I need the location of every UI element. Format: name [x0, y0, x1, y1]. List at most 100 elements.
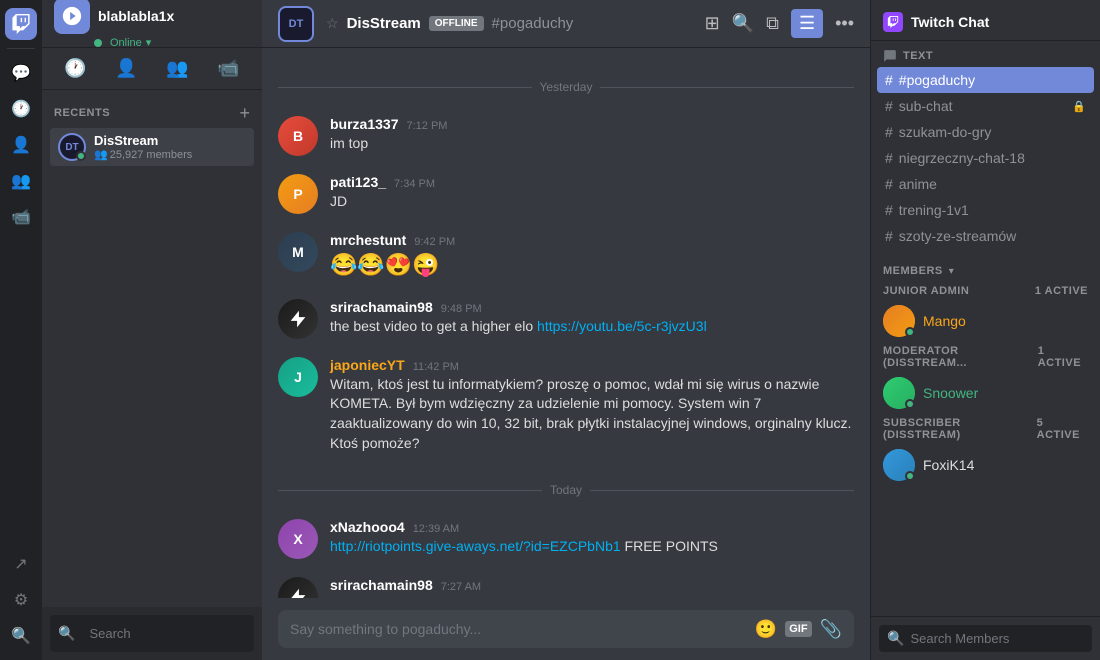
gif-icon[interactable]: GIF [785, 621, 811, 637]
msg-content: pati123_ 7:34 PM JD [330, 174, 854, 214]
chat-input-wrapper: 🙂 GIF 📎 [278, 610, 854, 648]
settings-icon[interactable]: ⚙ [5, 584, 37, 616]
search-members-input[interactable] [910, 631, 1086, 646]
members-section: MEMBERS ▾ JUNIOR ADMIN 1 Active Mango MO… [871, 257, 1100, 485]
video-sidebar-icon[interactable]: 📹 [217, 58, 239, 79]
person-sidebar-icon[interactable]: 👤 [115, 58, 137, 79]
sidebar-search: 🔍 [42, 607, 262, 660]
hash-icon: # [885, 72, 893, 88]
members-label: MEMBERS [883, 265, 943, 277]
person-icon[interactable]: 👤 [5, 129, 37, 161]
server-header[interactable]: blablabla1x Online ▾ [42, 0, 262, 48]
hash-icon: # [885, 228, 893, 244]
recents-section: RECENTS + DT DisStream 👥 25,927 members [42, 90, 262, 170]
message-group: B burza1337 7:12 PM im top [278, 112, 854, 160]
search-icon[interactable]: 🔍 [5, 620, 37, 652]
msg-text: http://riotpoints.give-aways.net/?id=EZC… [330, 537, 854, 557]
channel-name: szukam-do-gry [899, 124, 992, 140]
menu-icon[interactable]: ☰ [791, 9, 823, 38]
sidebar-item-disstream[interactable]: DT DisStream 👥 25,927 members [50, 128, 254, 166]
msg-text: JD [330, 192, 854, 212]
msg-username: srirachamain98 [330, 299, 433, 315]
msg-timestamp: 7:34 PM [394, 178, 435, 190]
channel-info: ☆ DisStream OFFLINE #pogaduchy [326, 15, 693, 32]
status-text: Online [110, 37, 142, 49]
twitch-nav-icon[interactable] [5, 8, 37, 40]
hash-icon: # [885, 98, 893, 114]
channel-sidebar: blablabla1x Online ▾ 🕐 👤 👥 📹 RECENTS + D… [42, 0, 262, 660]
hash-icon: # [885, 176, 893, 192]
video-icon[interactable]: 📹 [5, 201, 37, 233]
group-sidebar-icon[interactable]: 👥 [166, 58, 188, 79]
yesterday-divider: Yesterday [278, 80, 854, 94]
msg-link[interactable]: http://riotpoints.give-aways.net/?id=EZC… [330, 538, 621, 554]
server-logo: DT [278, 6, 314, 42]
channel-name: anime [899, 176, 937, 192]
friends-icon[interactable]: 💬 [5, 57, 37, 89]
message-group: J japoniecYT 11:42 PM Witam, ktoś jest t… [278, 353, 854, 457]
member-snoower[interactable]: Snoower [871, 373, 1100, 413]
emoji-icon[interactable]: 🙂 [755, 619, 777, 640]
layers-icon[interactable]: ⧉ [766, 13, 779, 34]
message-group: P pati123_ 7:34 PM JD [278, 170, 854, 218]
panel-channel-pogaduchy[interactable]: # #pogaduchy [877, 67, 1094, 93]
rail-divider [7, 48, 35, 49]
channel-name: szoty-ze-streamów [899, 228, 1016, 244]
attachment-icon[interactable]: 📎 [820, 619, 842, 640]
clock-sidebar-icon[interactable]: 🕐 [64, 58, 86, 79]
server-name-header: DisStream [347, 15, 421, 32]
subscriber-count: 5 Active [1037, 417, 1088, 441]
disstream-icon-container: DT [58, 133, 86, 161]
member-mango[interactable]: Mango [871, 301, 1100, 341]
add-channel-button[interactable]: + [239, 104, 250, 122]
channel-name-hash: #pogaduchy [492, 15, 574, 32]
msg-timestamp: 9:42 PM [414, 236, 455, 248]
members-header[interactable]: MEMBERS ▾ [871, 257, 1100, 281]
msg-username: xNazhooo4 [330, 519, 405, 535]
recents-header: RECENTS + [50, 102, 254, 124]
avatar: B [278, 116, 318, 156]
rail-bottom: ↗ ⚙ 🔍 [5, 548, 37, 652]
lock-icon: 🔒 [1072, 100, 1086, 113]
panel-channel-trening[interactable]: # trening-1v1 [877, 197, 1094, 223]
msg-link[interactable]: https://youtu.be/5c-r3jvzU3l [537, 318, 707, 334]
more-icon[interactable]: ••• [835, 13, 854, 34]
panel-channel-anime[interactable]: # anime [877, 171, 1094, 197]
arrow-up-right-icon[interactable]: ↗ [5, 548, 37, 580]
avatar: X [278, 519, 318, 559]
grid-icon[interactable]: ⊞ [705, 13, 720, 34]
messages-container: Yesterday B burza1337 7:12 PM im top P p… [262, 48, 870, 598]
msg-header: japoniecYT 11:42 PM [330, 357, 854, 373]
online-dot [905, 399, 915, 409]
text-section-header: TEXT [871, 41, 1100, 67]
disstream-info: DisStream 👥 25,927 members [94, 133, 192, 161]
chat-input-area: 🙂 GIF 📎 [262, 598, 870, 660]
panel-channel-sub-chat[interactable]: # sub-chat 🔒 [877, 93, 1094, 119]
main-content: DT ☆ DisStream OFFLINE #pogaduchy ⊞ 🔍 ⧉ … [262, 0, 870, 660]
hash-icon: # [885, 202, 893, 218]
msg-header: pati123_ 7:34 PM [330, 174, 854, 190]
msg-timestamp: 7:27 AM [441, 581, 481, 593]
moderator-role-label: MODERATOR (DISSTREAM... [883, 345, 1038, 369]
chat-header: DT ☆ DisStream OFFLINE #pogaduchy ⊞ 🔍 ⧉ … [262, 0, 870, 48]
search-members-icon: 🔍 [887, 630, 904, 647]
twitch-logo-icon [883, 12, 903, 32]
clock-icon[interactable]: 🕐 [5, 93, 37, 125]
avatar [278, 577, 318, 598]
group-icon[interactable]: 👥 [5, 165, 37, 197]
msg-header: xNazhooo4 12:39 AM [330, 519, 854, 535]
star-icon[interactable]: ☆ [326, 15, 339, 32]
panel-channel-szoty[interactable]: # szoty-ze-streamów [877, 223, 1094, 249]
member-foxik14[interactable]: FoxiK14 [871, 445, 1100, 485]
msg-text: Witam, ktoś jest tu informatykiem? prosz… [330, 375, 854, 453]
message-group: srirachamain98 9:48 PM the best video to… [278, 295, 854, 343]
panel-channel-niegrzeczny[interactable]: # niegrzeczny-chat-18 [877, 145, 1094, 171]
search-header-icon[interactable]: 🔍 [732, 13, 754, 34]
group-small-icon: 👥 [94, 148, 108, 161]
left-rail: 💬 🕐 👤 👥 📹 ↗ ⚙ 🔍 [0, 0, 42, 660]
input-icons: 🙂 GIF 📎 [755, 619, 842, 640]
today-divider: Today [278, 483, 854, 497]
chat-input[interactable] [290, 610, 747, 648]
sidebar-search-input[interactable] [81, 620, 246, 647]
panel-channel-szukam[interactable]: # szukam-do-gry [877, 119, 1094, 145]
